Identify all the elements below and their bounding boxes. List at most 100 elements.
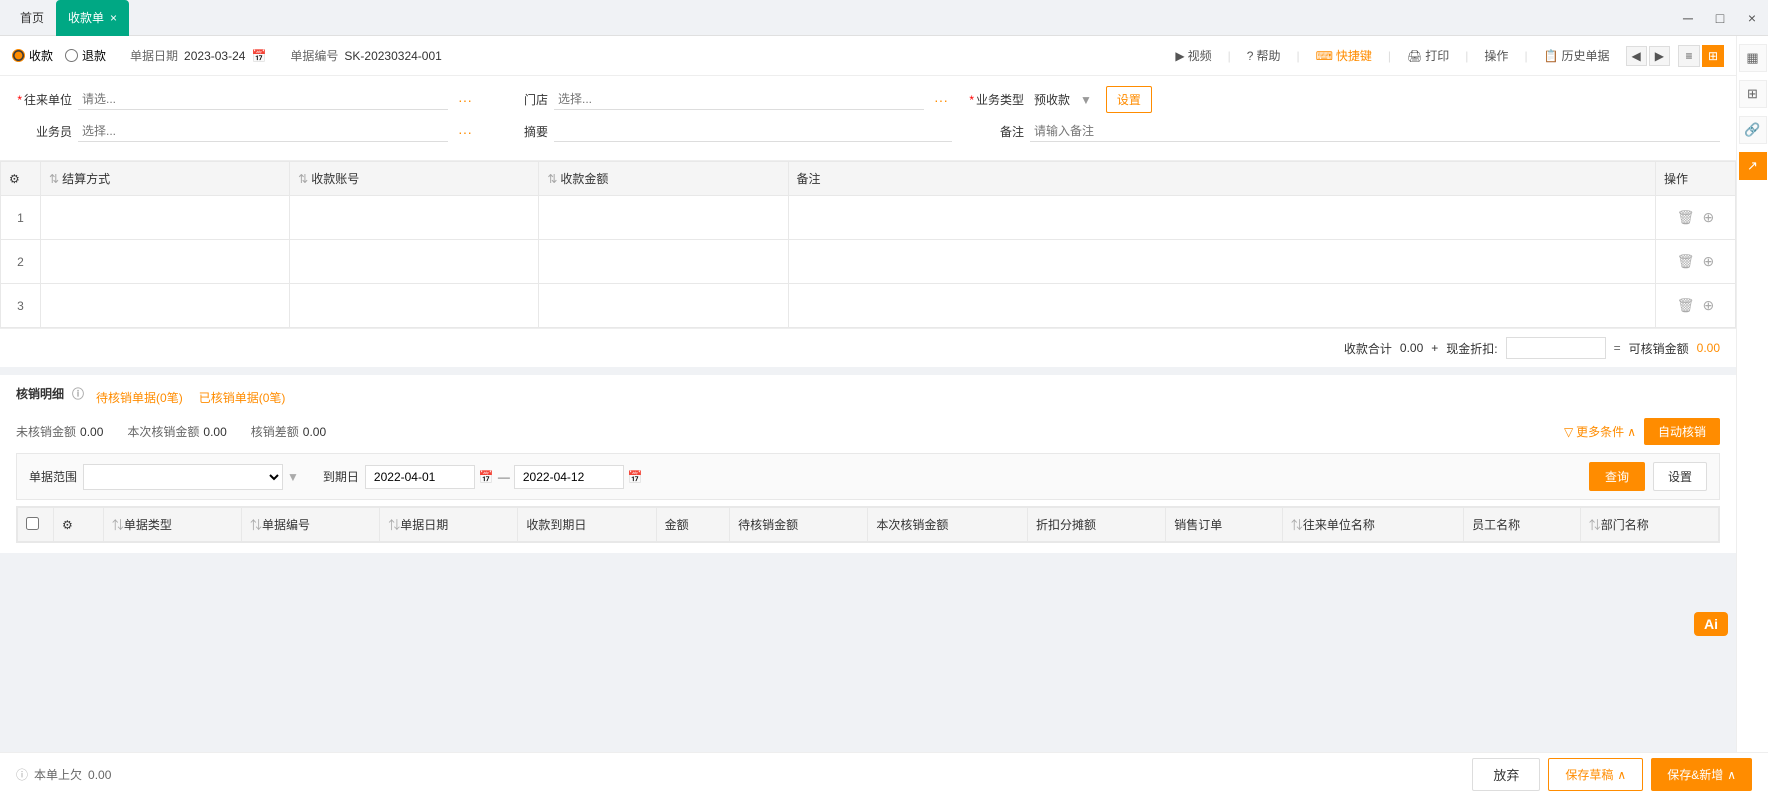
operate-button[interactable]: 操作 (1476, 44, 1516, 67)
pending-tab[interactable]: 待核销单据(0笔) (96, 387, 183, 408)
from-unit-more-button[interactable]: ··· (454, 92, 476, 108)
summary-field: 摘要 (492, 121, 952, 142)
radio-receive[interactable]: 收款 (12, 47, 53, 64)
nav-arrows: ◀ ▶ (1626, 46, 1670, 66)
query-button[interactable]: 查询 (1589, 462, 1645, 491)
due-date-from-input[interactable] (365, 465, 475, 489)
table-settings-button[interactable]: 设置 (1653, 462, 1707, 491)
col-pending: 待核销金额 (730, 508, 868, 542)
row1-settlement-input[interactable] (41, 196, 289, 239)
row1-account-input[interactable] (290, 196, 538, 239)
due-date-to-input[interactable] (514, 465, 624, 489)
row1-remark-input[interactable] (789, 196, 1656, 239)
receipt-table: ⚙ ⇅结算方式 ⇅收款账号 ⇅收款金额 备注 操作 1 (0, 161, 1736, 328)
settings-button[interactable]: 设置 (1106, 86, 1152, 113)
done-tab[interactable]: 已核销单据(0笔) (199, 387, 286, 408)
doc-range-field: 单据范围 ▼ (29, 464, 299, 490)
doc-date-calendar-icon[interactable]: 📅 (251, 49, 266, 63)
col-remark: 备注 (788, 162, 1656, 196)
verify-amount-label: 可核销金额 (1629, 340, 1689, 357)
discard-button[interactable]: 放弃 (1472, 758, 1540, 791)
row2-copy-icon[interactable]: ⊕ (1703, 253, 1715, 270)
row2-remark-input[interactable] (789, 240, 1656, 283)
history-button[interactable]: 📋 历史单据 (1536, 44, 1618, 67)
maximize-button[interactable]: □ (1704, 0, 1736, 36)
col-current: 本次核销金额 (868, 508, 1028, 542)
col-amount: 金额 (656, 508, 730, 542)
table-row: 1 🗑 ⊕ (1, 196, 1736, 240)
receipt-tab-close[interactable]: × (110, 11, 117, 25)
row2-account-input[interactable] (290, 240, 538, 283)
receipt-tab[interactable]: 收款单 × (56, 0, 129, 36)
list-layout-icon[interactable]: ≡ (1678, 45, 1700, 67)
doc-range-dropdown-icon[interactable]: ▼ (287, 470, 299, 484)
col-doc-no: ⇅单据编号 (242, 508, 380, 542)
sidebar-icon-4[interactable]: ↗ (1739, 152, 1767, 180)
from-calendar-icon[interactable]: 📅 (479, 470, 494, 484)
from-unit-input[interactable] (78, 89, 448, 110)
more-conditions-button[interactable]: ▽ 更多条件 ∧ (1564, 423, 1636, 440)
shortcut-button[interactable]: ⌨ 快捷键 (1308, 44, 1380, 67)
row3-remark-input[interactable] (789, 284, 1656, 327)
bottom-table: ⚙ ⇅单据类型 ⇅单据编号 ⇅单据日期 收款到期日 金额 待核销金额 本次核销金… (17, 507, 1719, 542)
store-label: 门店 (492, 91, 548, 108)
salesperson-more-button[interactable]: ··· (454, 124, 476, 140)
table-gear-header[interactable]: ⚙ (1, 162, 41, 196)
save-draft-button[interactable]: 保存草稿 ∧ (1548, 758, 1643, 791)
right-sidebar: ▦ ⊞ 🔗 ↗ (1736, 36, 1768, 796)
bottom-actions: 放弃 保存草稿 ∧ 保存&新增 ∧ (1472, 758, 1752, 791)
prev-arrow[interactable]: ◀ (1626, 46, 1647, 66)
radio-refund[interactable]: 退款 (65, 47, 106, 64)
col-action: 操作 (1656, 162, 1736, 196)
verification-info-icon[interactable]: ⓘ (72, 385, 84, 402)
grid-layout-icon[interactable]: ⊞ (1702, 45, 1724, 67)
summary-input[interactable] (554, 121, 952, 142)
salesperson-input[interactable] (78, 121, 448, 142)
discount-label: 现金折扣: (1446, 340, 1497, 357)
total-value: 0.00 (1400, 341, 1423, 355)
sidebar-icon-1[interactable]: ▦ (1739, 44, 1767, 72)
row1-copy-icon[interactable]: ⊕ (1703, 209, 1715, 226)
row2-settlement-input[interactable] (41, 240, 289, 283)
form-area: 往来单位 ··· 门店 ··· 业务类型 预收款 ▼ 设置 业务员 ··· 摘要… (0, 76, 1736, 161)
row3-delete-icon[interactable]: 🗑 (1677, 297, 1695, 314)
print-button[interactable]: 🖨 打印 (1399, 44, 1457, 67)
row2-amount-input[interactable] (539, 240, 787, 283)
row3-copy-icon[interactable]: ⊕ (1703, 297, 1715, 314)
minimize-button[interactable]: ─ (1672, 0, 1704, 36)
verify-amount-value: 0.00 (1697, 341, 1720, 355)
row1-delete-icon[interactable]: 🗑 (1677, 209, 1695, 226)
select-all-checkbox[interactable] (26, 517, 39, 530)
row3-amount-input[interactable] (539, 284, 787, 327)
print-icon: 🖨 (1407, 49, 1422, 63)
row3-account-input[interactable] (290, 284, 538, 327)
save-new-dropdown-icon[interactable]: ∧ (1727, 768, 1736, 782)
sidebar-icon-2[interactable]: ⊞ (1739, 80, 1767, 108)
plus-sign: + (1431, 341, 1438, 355)
due-date-field: 到期日 📅 — 📅 (323, 465, 643, 489)
save-draft-dropdown-icon[interactable]: ∧ (1617, 768, 1626, 782)
table-row: 3 🗑 ⊕ (1, 284, 1736, 328)
auto-verify-button[interactable]: 自动核销 (1644, 418, 1720, 445)
store-more-button[interactable]: ··· (930, 92, 952, 108)
video-button[interactable]: ▶ 视频 (1167, 44, 1219, 67)
verification-title: 核销明细 ⓘ (16, 385, 84, 402)
col-gear[interactable]: ⚙ (54, 508, 104, 542)
to-calendar-icon[interactable]: 📅 (628, 470, 643, 484)
home-tab[interactable]: 首页 (8, 0, 56, 36)
help-button[interactable]: ? 帮助 (1239, 44, 1289, 67)
ai-badge[interactable]: Ai (1694, 612, 1728, 636)
row3-settlement-input[interactable] (41, 284, 289, 327)
doc-range-select[interactable] (83, 464, 283, 490)
select-all-header (18, 508, 54, 542)
save-new-button[interactable]: 保存&新增 ∧ (1651, 758, 1752, 791)
close-button[interactable]: × (1736, 0, 1768, 36)
row1-amount-input[interactable] (539, 196, 787, 239)
store-input[interactable] (554, 89, 924, 110)
row2-delete-icon[interactable]: 🗑 (1677, 253, 1695, 270)
next-arrow[interactable]: ▶ (1649, 46, 1670, 66)
remark-input[interactable] (1030, 121, 1720, 142)
biz-type-dropdown-icon[interactable]: ▼ (1080, 93, 1092, 107)
discount-input[interactable] (1506, 337, 1606, 359)
sidebar-icon-3[interactable]: 🔗 (1739, 116, 1767, 144)
